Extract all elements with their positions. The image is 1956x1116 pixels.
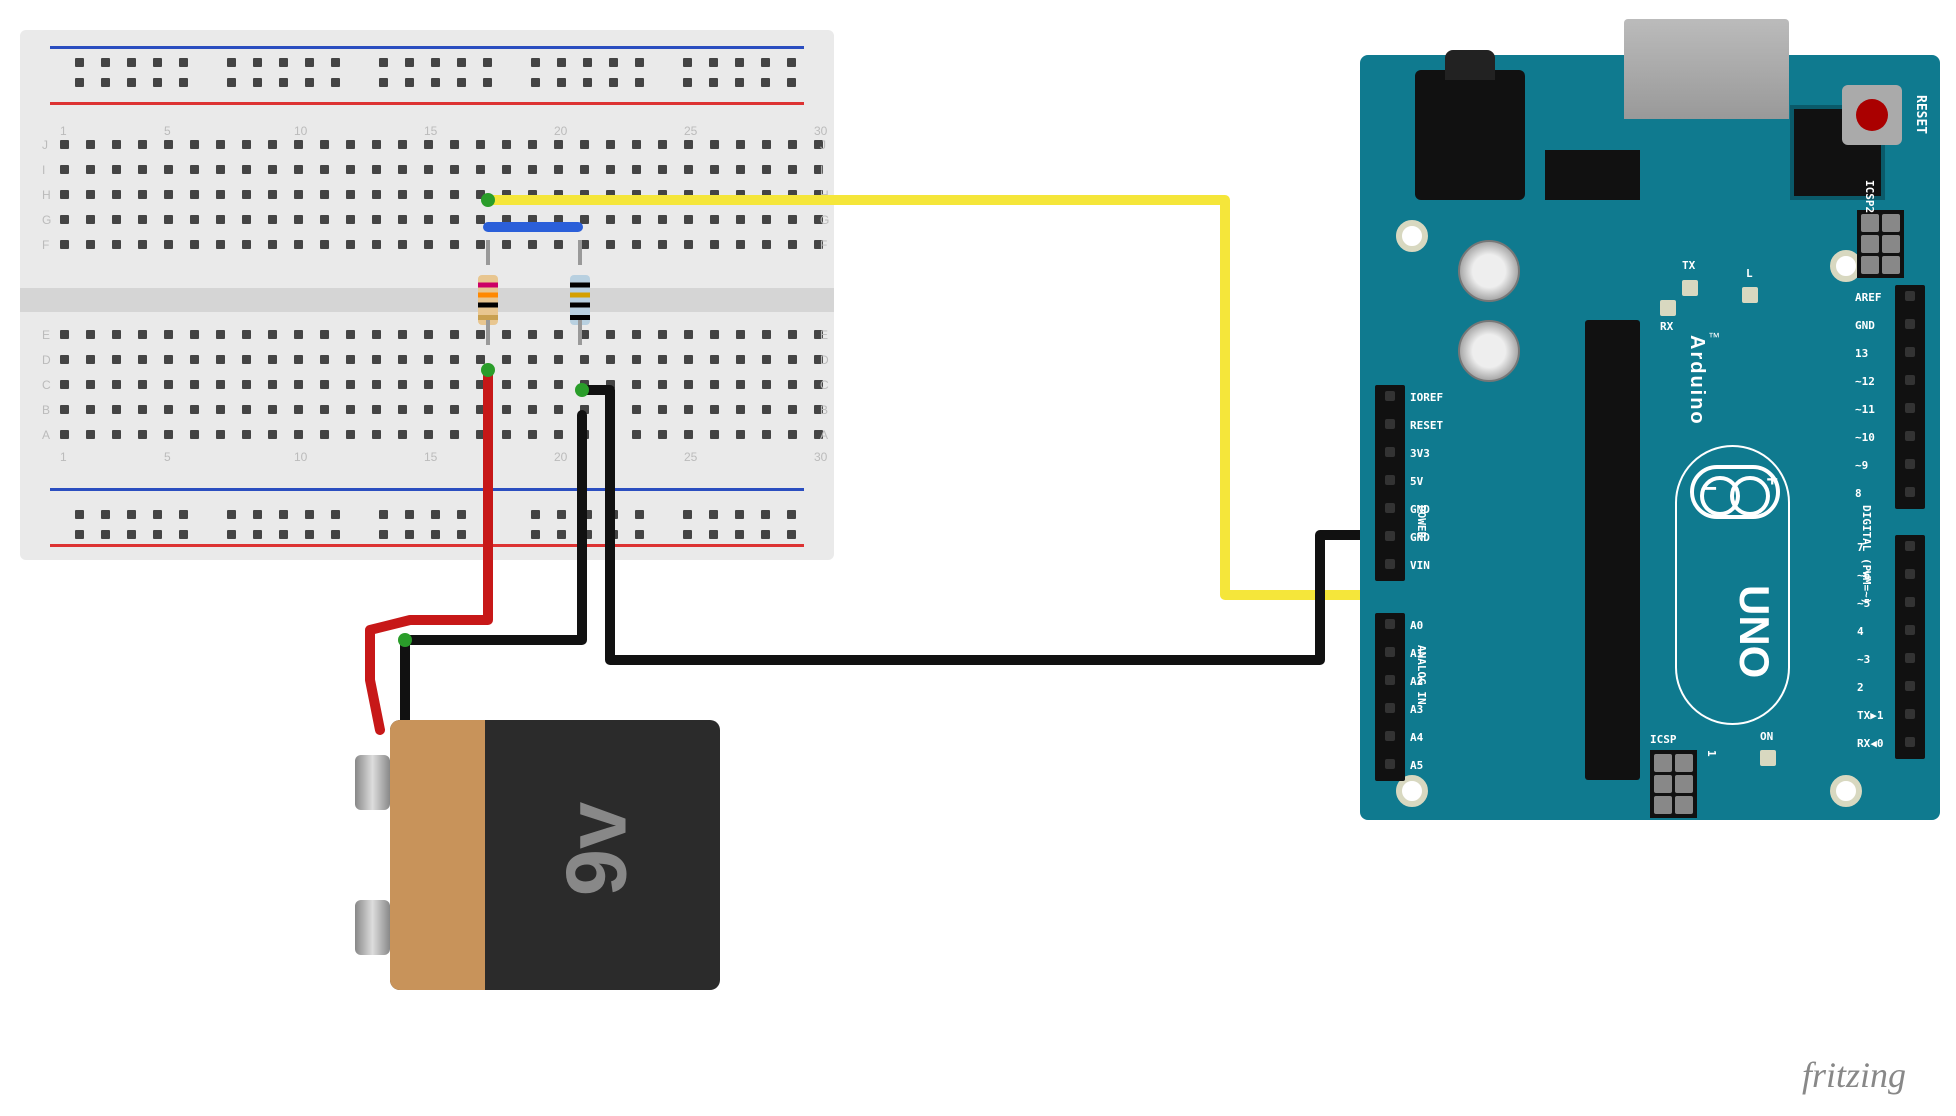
mount-hole-3: [1830, 775, 1862, 807]
arduino-brand-text: Arduino: [1685, 335, 1708, 426]
icsp2-header: [1857, 210, 1904, 278]
wire-black-battery: [405, 415, 582, 730]
battery-9v: 9v: [350, 720, 720, 990]
icsp2-label: ICSP2: [1863, 180, 1876, 213]
rx-led: [1660, 300, 1676, 316]
icsp-one-label: 1: [1705, 750, 1718, 757]
digital-header-label: DIGITAL (PWM=~): [1860, 505, 1873, 604]
fritzing-credit: fritzing: [1802, 1054, 1906, 1096]
tx-label: TX: [1682, 259, 1695, 272]
tx-led: [1682, 280, 1698, 296]
rx-label: RX: [1660, 320, 1673, 333]
on-label: ON: [1760, 730, 1773, 743]
arduino-infinity-logo: −+: [1690, 465, 1780, 519]
wire-red-battery: [370, 370, 488, 730]
battery-voltage-label: 9v: [548, 802, 646, 897]
arduino-uno-board: RESET ICSP2 ICSP 1 TX RX L ON POWER ANAL…: [1360, 55, 1940, 820]
analog-header: [1375, 613, 1405, 781]
mount-hole-1: [1396, 220, 1428, 252]
icsp-header: [1650, 750, 1697, 818]
capacitor-2: [1458, 320, 1520, 382]
arduino-model-text: UNO: [1730, 585, 1778, 678]
battery-terminal-pos: [355, 755, 390, 810]
usb-connector: [1624, 19, 1789, 119]
icsp-label: ICSP: [1650, 733, 1677, 746]
reset-button[interactable]: [1842, 85, 1902, 145]
l-led: [1742, 287, 1758, 303]
reset-label: RESET: [1913, 95, 1928, 134]
barrel-jack: [1415, 70, 1525, 200]
wire-yellow-a0: [488, 200, 1375, 595]
atmega328p-mcu: [1585, 320, 1640, 780]
wire-black-gnd-arduino: [582, 390, 1375, 660]
l-label: L: [1746, 267, 1753, 280]
on-led: [1760, 750, 1776, 766]
capacitor-1: [1458, 240, 1520, 302]
arduino-tm: ™: [1708, 330, 1720, 344]
battery-terminal-neg: [355, 900, 390, 955]
voltage-regulator: [1545, 150, 1640, 200]
